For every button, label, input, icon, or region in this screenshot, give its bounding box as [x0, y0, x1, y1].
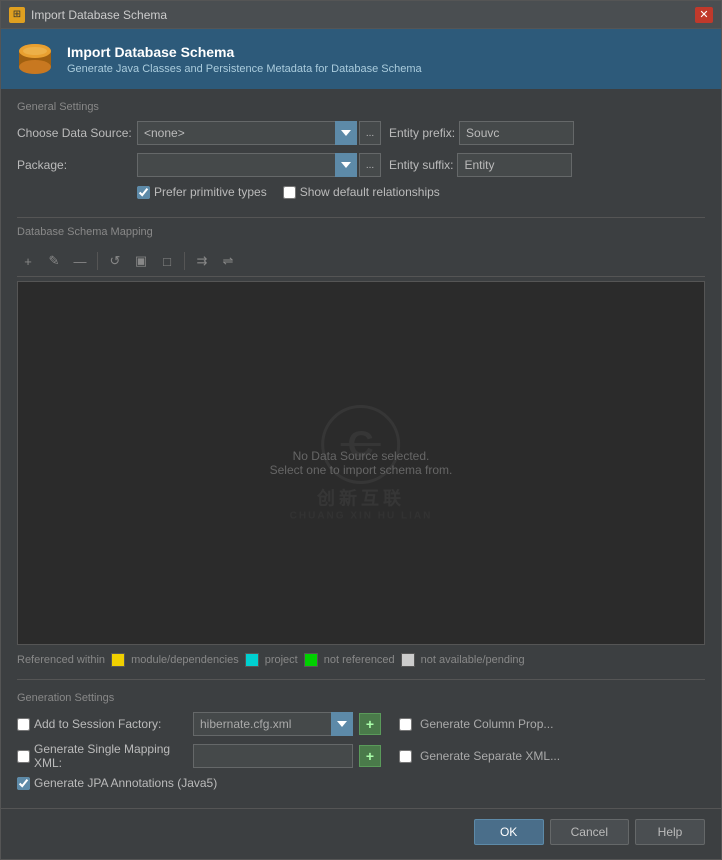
prefer-primitive-input[interactable] [137, 186, 150, 199]
refresh-toolbar-button[interactable]: ↺ [104, 250, 126, 272]
data-source-label: Choose Data Source: [17, 126, 137, 140]
legend-box-not-available [401, 653, 415, 667]
deselect-toolbar-button[interactable]: □ [156, 250, 178, 272]
show-default-checkbox[interactable]: Show default relationships [283, 185, 440, 199]
gen-single-input[interactable] [193, 744, 353, 768]
legend-not-avail-label: not available/pending [421, 654, 525, 666]
entity-suffix-label: Entity suffix: [389, 158, 453, 172]
expand-toolbar-button[interactable]: ⇉ [191, 250, 213, 272]
package-combo-wrapper [137, 153, 357, 177]
main-window: ⊞ Import Database Schema ✕ Import Databa… [0, 0, 722, 860]
divider-2 [17, 679, 705, 680]
gen-col-prop-label: Generate Column Prop... [420, 717, 553, 731]
bottom-buttons: OK Cancel Help [1, 808, 721, 859]
data-source-row: Choose Data Source: <none> ... Entity pr… [17, 121, 705, 145]
gen-jpa-checkbox[interactable]: Generate JPA Annotations (Java5) [17, 776, 217, 790]
db-schema-label: Database Schema Mapping [17, 226, 705, 238]
gen-separate-checkbox[interactable]: Generate Separate XML... [399, 749, 569, 763]
entity-prefix-label: Entity prefix: [389, 126, 455, 140]
general-settings-label: General Settings [17, 101, 705, 113]
package-select[interactable] [137, 153, 357, 177]
add-session-input-checkbox[interactable] [17, 718, 30, 731]
session-factory-select[interactable] [331, 712, 353, 736]
generation-settings-section: Generation Settings Add to Session Facto… [17, 692, 705, 796]
gen-single-plus-button[interactable]: + [359, 745, 381, 767]
data-source-select[interactable]: <none> [137, 121, 357, 145]
add-toolbar-button[interactable]: + [17, 250, 39, 272]
gen-separate-label: Generate Separate XML... [420, 749, 560, 763]
close-button[interactable]: ✕ [695, 7, 713, 23]
gen-col-prop-checkbox[interactable]: Generate Column Prop... [399, 717, 569, 731]
options-row: Prefer primitive types Show default rela… [137, 185, 705, 199]
gen-col-prop-input[interactable] [399, 718, 412, 731]
show-default-input[interactable] [283, 186, 296, 199]
legend-box-not-referenced [304, 653, 318, 667]
header-icon [15, 39, 55, 79]
show-default-label: Show default relationships [300, 185, 440, 199]
no-data-text: No Data Source selected. Select one to i… [270, 449, 453, 477]
window-icon: ⊞ [9, 7, 25, 23]
title-bar: ⊞ Import Database Schema ✕ [1, 1, 721, 29]
schema-content-area: C 创新互联 CHUANG XIN HU LIAN No Data Source… [17, 281, 705, 645]
prefer-primitive-label: Prefer primitive types [154, 185, 267, 199]
remove-toolbar-button[interactable]: — [69, 250, 91, 272]
toolbar-sep-2 [184, 252, 185, 270]
legend-project-label: project [265, 654, 298, 666]
add-session-label: Add to Session Factory: [34, 717, 161, 731]
cancel-button[interactable]: Cancel [550, 819, 629, 845]
entity-suffix-input[interactable] [457, 153, 572, 177]
session-factory-input[interactable] [193, 712, 353, 736]
package-label: Package: [17, 158, 137, 172]
entity-prefix-input[interactable] [459, 121, 574, 145]
data-source-dots-button[interactable]: ... [359, 121, 381, 145]
db-schema-section: Database Schema Mapping + ✎ — ↺ ▣ □ ⇉ ⇌ [17, 226, 705, 645]
add-session-checkbox[interactable]: Add to Session Factory: [17, 717, 187, 731]
header-title: Import Database Schema [67, 43, 422, 63]
gen-jpa-input-checkbox[interactable] [17, 777, 30, 790]
title-bar-text: Import Database Schema [31, 8, 695, 22]
legend-module-label: module/dependencies [131, 654, 239, 666]
help-button[interactable]: Help [635, 819, 705, 845]
edit-toolbar-button[interactable]: ✎ [43, 250, 65, 272]
package-dots-button[interactable]: ... [359, 153, 381, 177]
main-content: General Settings Choose Data Source: <no… [1, 89, 721, 808]
session-factory-row: Add to Session Factory: + Generate Colum… [17, 712, 705, 736]
schema-toolbar: + ✎ — ↺ ▣ □ ⇉ ⇌ [17, 246, 705, 277]
collapse-toolbar-button[interactable]: ⇌ [217, 250, 239, 272]
divider-1 [17, 217, 705, 218]
header-subtitle: Generate Java Classes and Persistence Me… [67, 63, 422, 75]
session-input-wrapper [193, 712, 353, 736]
gen-single-checkbox[interactable]: Generate Single Mapping XML: [17, 742, 187, 770]
select-all-toolbar-button[interactable]: ▣ [130, 250, 152, 272]
legend-box-project [245, 653, 259, 667]
prefer-primitive-checkbox[interactable]: Prefer primitive types [137, 185, 267, 199]
toolbar-sep-1 [97, 252, 98, 270]
gen-jpa-label: Generate JPA Annotations (Java5) [34, 776, 217, 790]
entity-suffix-group: Entity suffix: [389, 153, 572, 177]
entity-prefix-group: Entity prefix: [389, 121, 574, 145]
legend-row: Referenced within module/dependencies pr… [17, 653, 705, 667]
header-text: Import Database Schema Generate Java Cla… [67, 43, 422, 75]
legend-box-module [111, 653, 125, 667]
gen-separate-input-checkbox[interactable] [399, 750, 412, 763]
dialog-header: Import Database Schema Generate Java Cla… [1, 29, 721, 89]
legend-prefix: Referenced within [17, 654, 105, 666]
session-plus-button[interactable]: + [359, 713, 381, 735]
package-row: Package: ... Entity suffix: [17, 153, 705, 177]
gen-single-input-checkbox[interactable] [17, 750, 30, 763]
single-mapping-row: Generate Single Mapping XML: + Generate … [17, 742, 705, 770]
gen-single-label: Generate Single Mapping XML: [34, 742, 187, 770]
jpa-annotations-row: Generate JPA Annotations (Java5) [17, 776, 705, 790]
ok-button[interactable]: OK [474, 819, 544, 845]
legend-not-ref-label: not referenced [324, 654, 395, 666]
generation-settings-label: Generation Settings [17, 692, 705, 704]
data-source-combo-wrapper: <none> [137, 121, 357, 145]
